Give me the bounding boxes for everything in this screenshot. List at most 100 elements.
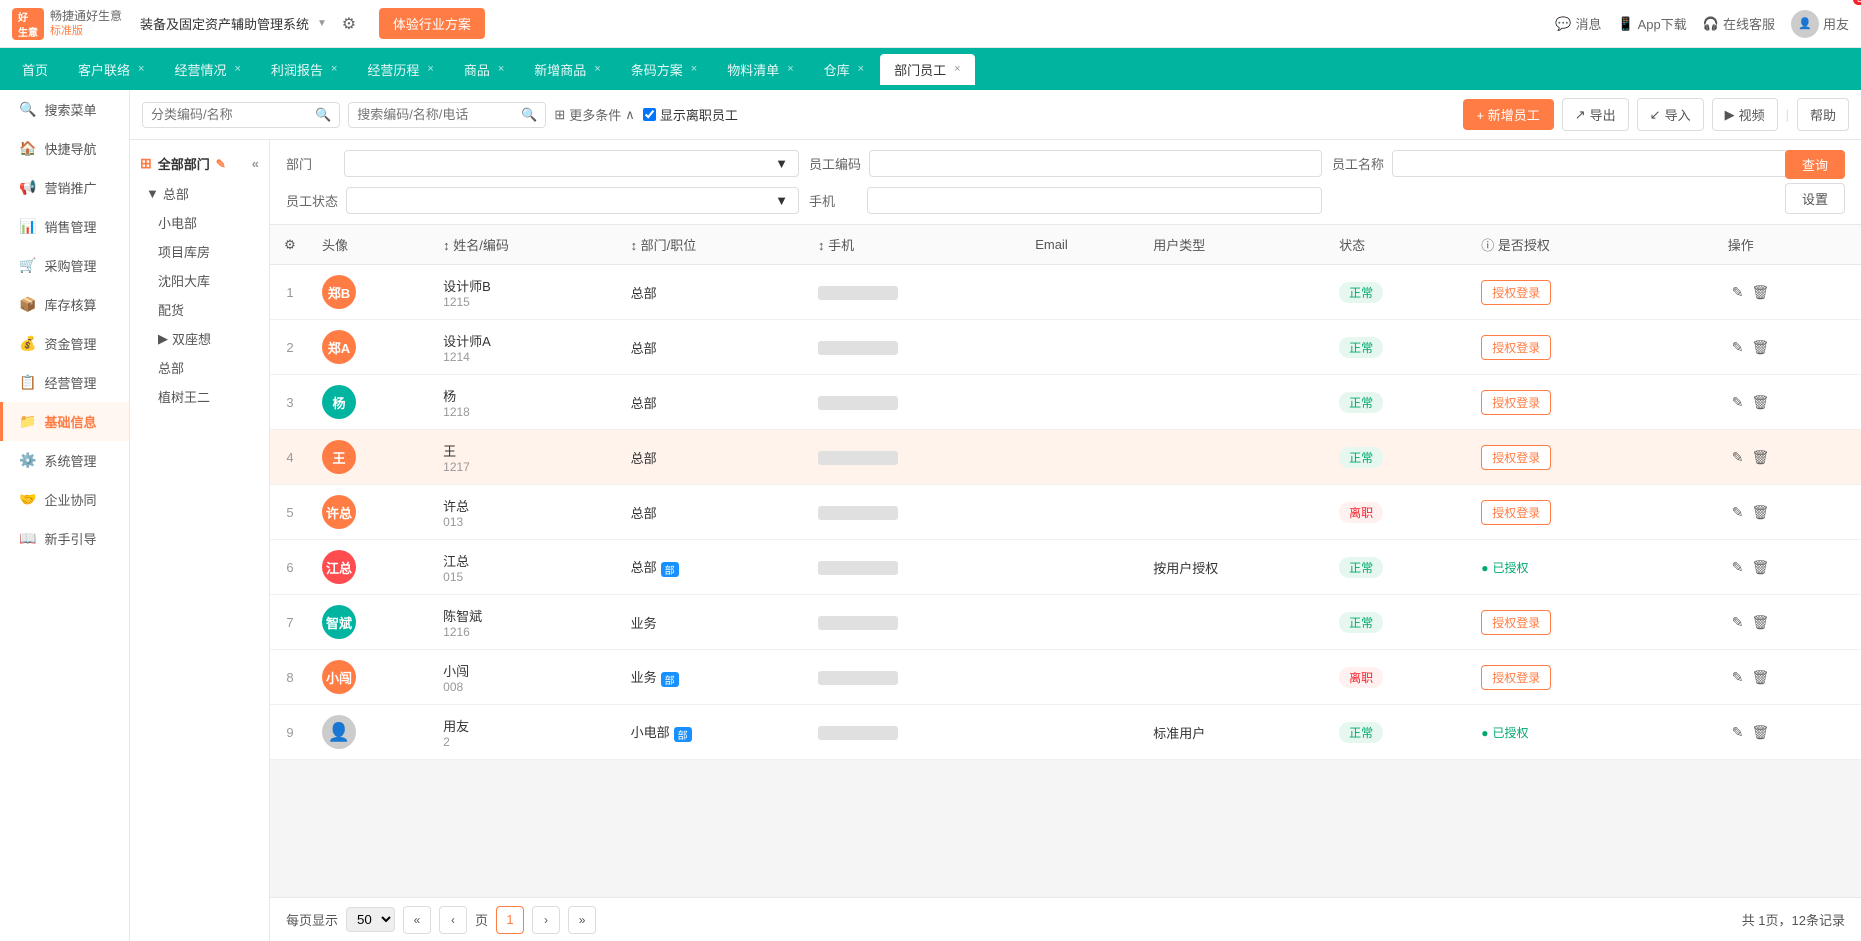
- delete-button[interactable]: 🗑: [1747, 667, 1773, 688]
- export-button[interactable]: ↗ 导出: [1562, 98, 1629, 131]
- edit-button[interactable]: ✎: [1728, 282, 1748, 303]
- close-icon[interactable]: ×: [954, 63, 960, 75]
- sidebar-item-guide[interactable]: 📖 新手引导: [0, 519, 129, 558]
- sidebar-item-sales[interactable]: 📊 销售管理: [0, 207, 129, 246]
- close-icon[interactable]: ×: [594, 63, 600, 75]
- col-settings[interactable]: ⚙: [270, 225, 310, 265]
- auth-button[interactable]: 授权登录: [1481, 390, 1551, 415]
- dept-node-project[interactable]: 项目库房: [150, 237, 269, 266]
- edit-button[interactable]: ✎: [1728, 337, 1748, 358]
- dept-node-small-electric[interactable]: 小电部: [150, 208, 269, 237]
- delete-button[interactable]: 🗑: [1747, 392, 1773, 413]
- reset-button[interactable]: 设置: [1785, 183, 1845, 214]
- close-icon[interactable]: ×: [427, 63, 433, 75]
- edit-button[interactable]: ✎: [1728, 392, 1748, 413]
- sidebar-item-finance[interactable]: 💰 资金管理: [0, 324, 129, 363]
- close-icon[interactable]: ×: [691, 63, 697, 75]
- close-icon[interactable]: ×: [787, 63, 793, 75]
- dept-node-shenyang[interactable]: 沈阳大库: [150, 266, 269, 295]
- delete-button[interactable]: 🗑: [1747, 557, 1773, 578]
- tab-history[interactable]: 经营历程 ×: [353, 54, 447, 85]
- tab-customer[interactable]: 客户联络 ×: [64, 54, 158, 85]
- tab-profit[interactable]: 利润报告 ×: [257, 54, 351, 85]
- close-icon[interactable]: ×: [138, 63, 144, 75]
- video-button[interactable]: ▶ 视频: [1712, 98, 1778, 131]
- per-page-select[interactable]: 50: [346, 907, 395, 932]
- dept-select[interactable]: ▼: [344, 150, 799, 177]
- close-icon[interactable]: ×: [498, 63, 504, 75]
- sidebar-item-search[interactable]: 🔍 搜索菜单: [0, 90, 129, 129]
- sidebar-item-inventory[interactable]: 📦 库存核算: [0, 285, 129, 324]
- auth-button[interactable]: 授权登录: [1481, 610, 1551, 635]
- query-button[interactable]: 查询: [1785, 150, 1845, 179]
- col-name[interactable]: ↕ 姓名/编码: [431, 225, 618, 265]
- edit-button[interactable]: ✎: [1728, 612, 1748, 633]
- sidebar-item-basic[interactable]: 📁 基础信息: [0, 402, 129, 441]
- phone-input[interactable]: [867, 187, 1322, 214]
- dept-node-plant[interactable]: 植树王二: [150, 382, 269, 411]
- dropdown-arrow-icon[interactable]: ▼: [317, 18, 327, 29]
- more-conditions-btn[interactable]: ⊞ 更多条件 ∧: [554, 105, 634, 124]
- settings-icon[interactable]: ⚙: [335, 10, 363, 38]
- add-employee-button[interactable]: + 新增员工: [1463, 99, 1554, 130]
- tab-goods[interactable]: 商品 ×: [450, 54, 518, 85]
- status-select[interactable]: ▼: [346, 187, 799, 214]
- sidebar-item-marketing[interactable]: 📢 营销推广: [0, 168, 129, 207]
- delete-button[interactable]: 🗑: [1747, 502, 1773, 523]
- auth-button[interactable]: 授权登录: [1481, 335, 1551, 360]
- col-dept[interactable]: ↕ 部门/职位: [619, 225, 806, 265]
- close-icon[interactable]: ×: [858, 63, 864, 75]
- delete-button[interactable]: 🗑: [1747, 282, 1773, 303]
- resigned-checkbox-input[interactable]: [643, 108, 656, 121]
- tab-barcode[interactable]: 条码方案 ×: [617, 54, 711, 85]
- show-resigned-checkbox[interactable]: 显示离职员工: [643, 105, 738, 124]
- help-button[interactable]: 帮助: [1797, 98, 1849, 131]
- dept-node-dual[interactable]: ▶ 双座想: [150, 324, 269, 353]
- col-phone[interactable]: ↕ 手机: [806, 225, 1023, 265]
- sidebar-item-operations[interactable]: 📋 经营管理: [0, 363, 129, 402]
- tab-operations[interactable]: 经营情况 ×: [160, 54, 254, 85]
- last-page-btn[interactable]: »: [568, 906, 596, 934]
- import-button[interactable]: ↙ 导入: [1637, 98, 1704, 131]
- delete-button[interactable]: 🗑: [1747, 337, 1773, 358]
- delete-button[interactable]: 🗑: [1747, 447, 1773, 468]
- message-btn[interactable]: 💬 消息 5: [1555, 14, 1601, 33]
- trial-button[interactable]: 体验行业方案: [379, 8, 485, 39]
- edit-button[interactable]: ✎: [1728, 557, 1748, 578]
- edit-button[interactable]: ✎: [1728, 722, 1748, 743]
- dept-node-general[interactable]: 总部: [150, 353, 269, 382]
- sidebar-item-quicknav[interactable]: 🏠 快捷导航: [0, 129, 129, 168]
- auth-button[interactable]: 授权登录: [1481, 445, 1551, 470]
- edit-icon[interactable]: ✎: [216, 157, 226, 171]
- next-page-btn[interactable]: ›: [532, 906, 560, 934]
- prev-page-btn[interactable]: ‹: [439, 906, 467, 934]
- classify-search-input[interactable]: [151, 107, 311, 122]
- delete-button[interactable]: 🗑: [1747, 612, 1773, 633]
- dept-node-delivery[interactable]: 配货: [150, 295, 269, 324]
- auth-button[interactable]: 授权登录: [1481, 500, 1551, 525]
- tab-home[interactable]: 首页: [8, 54, 62, 85]
- dept-node-headquarters[interactable]: ▼ 总部: [138, 179, 269, 208]
- first-page-btn[interactable]: «: [403, 906, 431, 934]
- employee-code-input[interactable]: [869, 150, 1322, 177]
- close-icon[interactable]: ×: [331, 63, 337, 75]
- user-menu[interactable]: 👤 用友: [1791, 10, 1849, 38]
- tab-bom[interactable]: 物料清单 ×: [713, 54, 807, 85]
- sidebar-item-purchase[interactable]: 🛒 采购管理: [0, 246, 129, 285]
- delete-button[interactable]: 🗑: [1747, 722, 1773, 743]
- online-service-btn[interactable]: 🎧 在线客服: [1703, 14, 1775, 33]
- sidebar-item-system[interactable]: ⚙️ 系统管理: [0, 441, 129, 480]
- close-icon[interactable]: ×: [234, 63, 240, 75]
- auth-button[interactable]: 授权登录: [1481, 280, 1551, 305]
- employee-name-input[interactable]: [1392, 150, 1845, 177]
- main-search-box[interactable]: 🔍: [348, 102, 546, 128]
- collapse-icon[interactable]: «: [252, 156, 259, 171]
- auth-button[interactable]: 授权登录: [1481, 665, 1551, 690]
- edit-button[interactable]: ✎: [1728, 447, 1748, 468]
- tab-department[interactable]: 部门员工 ×: [880, 54, 974, 85]
- app-download-btn[interactable]: 📱 App下载: [1617, 14, 1686, 33]
- main-search-input[interactable]: [357, 107, 517, 122]
- edit-button[interactable]: ✎: [1728, 667, 1748, 688]
- edit-button[interactable]: ✎: [1728, 502, 1748, 523]
- classify-search-box[interactable]: 🔍: [142, 102, 340, 128]
